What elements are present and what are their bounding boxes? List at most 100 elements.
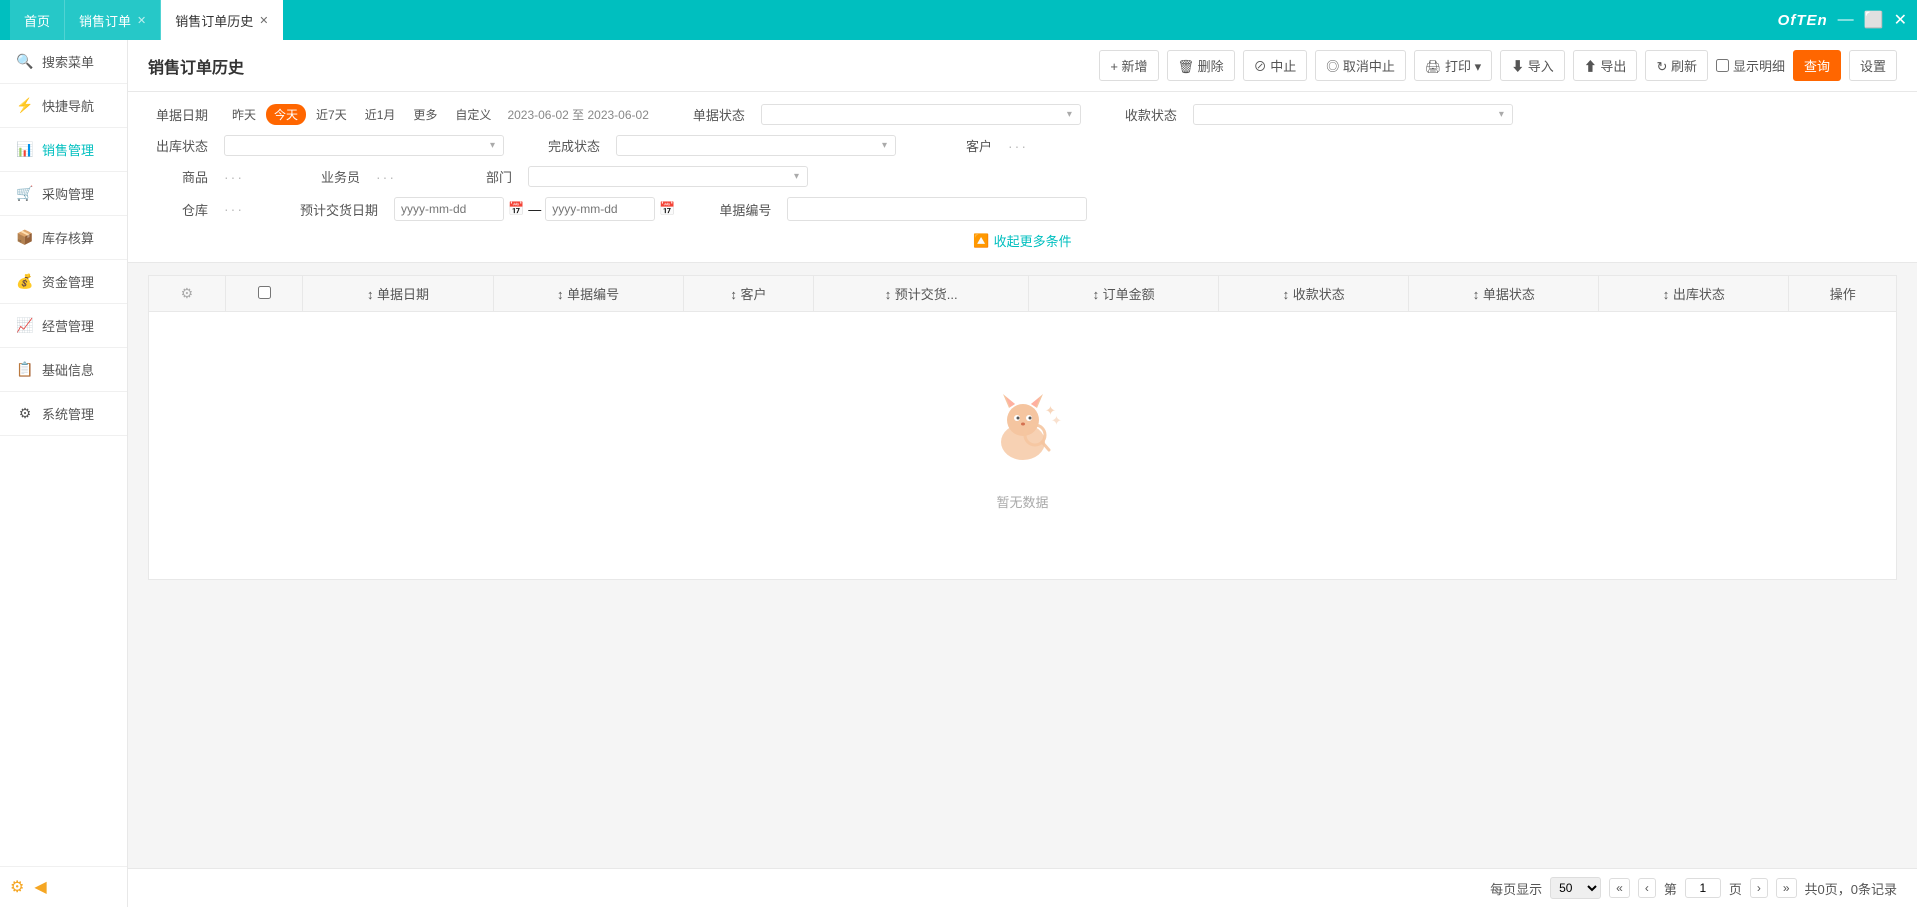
col-bill-status[interactable]: ↕ 单据状态 [1409, 276, 1599, 312]
col-customer[interactable]: ↕ 客户 [683, 276, 814, 312]
import-button[interactable]: ⬇ 导入 [1500, 50, 1565, 81]
outstock-arrow-icon: ▾ [490, 140, 495, 151]
delivery-date-end-icon[interactable]: 📅 [659, 201, 675, 217]
tab-sales-order-close[interactable]: ✕ [137, 14, 146, 27]
bill-status-select[interactable]: ▾ [761, 104, 1081, 125]
sys-mgmt-icon: ⚙ [16, 405, 34, 423]
date-filter-value: 昨天 今天 近7天 近1月 更多 自定义 2023-06-02 至 2023-0… [224, 104, 649, 125]
collapse-filter-btn[interactable]: 🔼 收起更多条件 [148, 231, 1897, 250]
export-button[interactable]: ⬆ 导出 [1573, 50, 1638, 81]
new-button[interactable]: + 新增 [1099, 50, 1158, 81]
page-title: 销售订单历史 [148, 54, 244, 78]
customer-select-dots[interactable]: ··· [1008, 138, 1028, 154]
date-yesterday[interactable]: 昨天 [224, 104, 264, 125]
tab-sales-order-history[interactable]: 销售订单历史 ✕ [161, 0, 283, 40]
first-page-btn[interactable]: « [1609, 878, 1630, 898]
next-page-btn[interactable]: › [1750, 878, 1768, 898]
sidebar-settings-icon[interactable]: ⚙ [10, 877, 24, 897]
col-expected-delivery[interactable]: ↕ 预计交货... [814, 276, 1029, 312]
sidebar-item-sys-mgmt-label: 系统管理 [42, 404, 94, 423]
brand-label: OfTEn [1778, 12, 1828, 29]
sidebar-collapse-icon[interactable]: ◀ [34, 877, 46, 897]
filter-area: 单据日期 昨天 今天 近7天 近1月 更多 自定义 2023-06-02 至 2… [128, 92, 1917, 263]
query-button[interactable]: 查询 [1793, 50, 1841, 81]
salesperson-select-dots[interactable]: ··· [376, 169, 396, 185]
bill-no-input[interactable] [787, 197, 1087, 221]
col-order-amount[interactable]: ↕ 订单金额 [1029, 276, 1219, 312]
date-range-display: 2023-06-02 至 2023-06-02 [507, 106, 648, 123]
sidebar-item-base-info[interactable]: 📋 基础信息 [0, 348, 127, 392]
col-outstock-status[interactable]: ↕ 出库状态 [1599, 276, 1789, 312]
complete-arrow-icon: ▾ [882, 140, 887, 151]
page-size-select[interactable]: 50 10 20 100 [1550, 877, 1601, 899]
goods-select-dots[interactable]: ··· [224, 169, 244, 185]
receipt-status-arrow-icon: ▾ [1499, 109, 1504, 120]
sidebar-item-finance[interactable]: 💰 资金管理 [0, 260, 127, 304]
tab-home[interactable]: 首页 [10, 0, 65, 40]
delete-button[interactable]: 🗑 删除 [1167, 50, 1235, 81]
sidebar-item-inventory[interactable]: 📦 库存核算 [0, 216, 127, 260]
sidebar-item-quick-nav[interactable]: ⚡ 快捷导航 [0, 84, 127, 128]
col-bill-date[interactable]: ↕ 单据日期 [303, 276, 493, 312]
total-label: 共0页，0条记录 [1805, 879, 1897, 898]
col-bill-no[interactable]: ↕ 单据编号 [493, 276, 683, 312]
window-maximize-icon[interactable]: ⬜ [1864, 10, 1884, 30]
sidebar-item-purchase-mgmt[interactable]: 🛒 采购管理 [0, 172, 127, 216]
date-custom[interactable]: 自定义 [447, 104, 499, 125]
quick-nav-icon: ⚡ [16, 97, 34, 115]
sidebar-item-operations[interactable]: 📈 经营管理 [0, 304, 127, 348]
sidebar-item-search-menu[interactable]: 🔍 搜索菜单 [0, 40, 127, 84]
outstock-select[interactable]: ▾ [224, 135, 504, 156]
empty-row: ✦ ✦ 暂无数据 [149, 312, 1897, 580]
tab-sales-order[interactable]: 销售订单 ✕ [65, 0, 161, 40]
date-last7[interactable]: 近7天 [308, 104, 355, 125]
inventory-icon: 📦 [16, 229, 34, 247]
delivery-date-start-input[interactable] [394, 197, 504, 221]
filter-row-2: 出库状态 ▾ 完成状态 ▾ 客户 ··· [148, 135, 1897, 156]
delivery-date-start-icon[interactable]: 📅 [508, 201, 524, 217]
cancel-stop-button[interactable]: ◎ 取消中止 [1315, 50, 1406, 81]
date-today[interactable]: 今天 [266, 104, 306, 125]
page-number-input[interactable] [1685, 878, 1721, 898]
refresh-button[interactable]: ↻ 刷新 [1645, 50, 1708, 81]
window-close-icon[interactable]: — [1838, 11, 1854, 29]
delivery-date-label: 预计交货日期 [300, 200, 378, 219]
col-receipt-status[interactable]: ↕ 收款状态 [1219, 276, 1409, 312]
receipt-status-select[interactable]: ▾ [1193, 104, 1513, 125]
complete-select[interactable]: ▾ [616, 135, 896, 156]
empty-state: ✦ ✦ 暂无数据 [159, 320, 1886, 571]
table-header-row: ⚙ ↕ 单据日期 ↕ 单据编号 [149, 276, 1897, 312]
tab-sales-order-history-close[interactable]: ✕ [259, 14, 268, 27]
sidebar-item-sales-mgmt[interactable]: 📊 销售管理 [0, 128, 127, 172]
base-info-icon: 📋 [16, 361, 34, 379]
date-more[interactable]: 更多 [405, 104, 445, 125]
prev-page-btn[interactable]: ‹ [1638, 878, 1656, 898]
window-close-btn[interactable]: ✕ [1894, 10, 1907, 30]
display-cols-toggle[interactable]: 显示明细 [1716, 56, 1785, 75]
last-page-btn[interactable]: » [1776, 878, 1797, 898]
warehouse-select-dots[interactable]: ··· [224, 201, 244, 217]
table-settings-icon[interactable]: ⚙ [181, 285, 194, 301]
collapse-arrow-icon: 🔼 [973, 233, 989, 249]
receipt-status-label: 收款状态 [1117, 105, 1177, 124]
filter-row-1: 单据日期 昨天 今天 近7天 近1月 更多 自定义 2023-06-02 至 2… [148, 104, 1897, 125]
sidebar-item-sys-mgmt[interactable]: ⚙ 系统管理 [0, 392, 127, 436]
top-bar: 首页 销售订单 ✕ 销售订单历史 ✕ OfTEn — ⬜ ✕ [0, 0, 1917, 40]
delivery-date-end-input[interactable] [545, 197, 655, 221]
col-settings: ⚙ [149, 276, 226, 312]
main-layout: 🔍 搜索菜单 ⚡ 快捷导航 📊 销售管理 🛒 采购管理 📦 库存核算 💰 资金管… [0, 40, 1917, 907]
print-button[interactable]: 🖨 打印 ▾ [1414, 50, 1492, 81]
settings-button[interactable]: 设置 [1849, 50, 1897, 81]
dept-select[interactable]: ▾ [528, 166, 808, 187]
table-area: ⚙ ↕ 单据日期 ↕ 单据编号 [128, 263, 1917, 868]
stop-button[interactable]: ⊘ 中止 [1243, 50, 1308, 81]
display-cols-label: 显示明细 [1733, 56, 1785, 75]
date-last1m[interactable]: 近1月 [357, 104, 404, 125]
bill-status-arrow-icon: ▾ [1067, 109, 1072, 120]
goods-label: 商品 [148, 167, 208, 186]
display-cols-checkbox[interactable] [1716, 59, 1729, 72]
search-menu-icon: 🔍 [16, 53, 34, 71]
collapse-label: 收起更多条件 [994, 231, 1072, 250]
select-all-checkbox[interactable] [258, 286, 271, 299]
salesperson-label: 业务员 [300, 167, 360, 186]
